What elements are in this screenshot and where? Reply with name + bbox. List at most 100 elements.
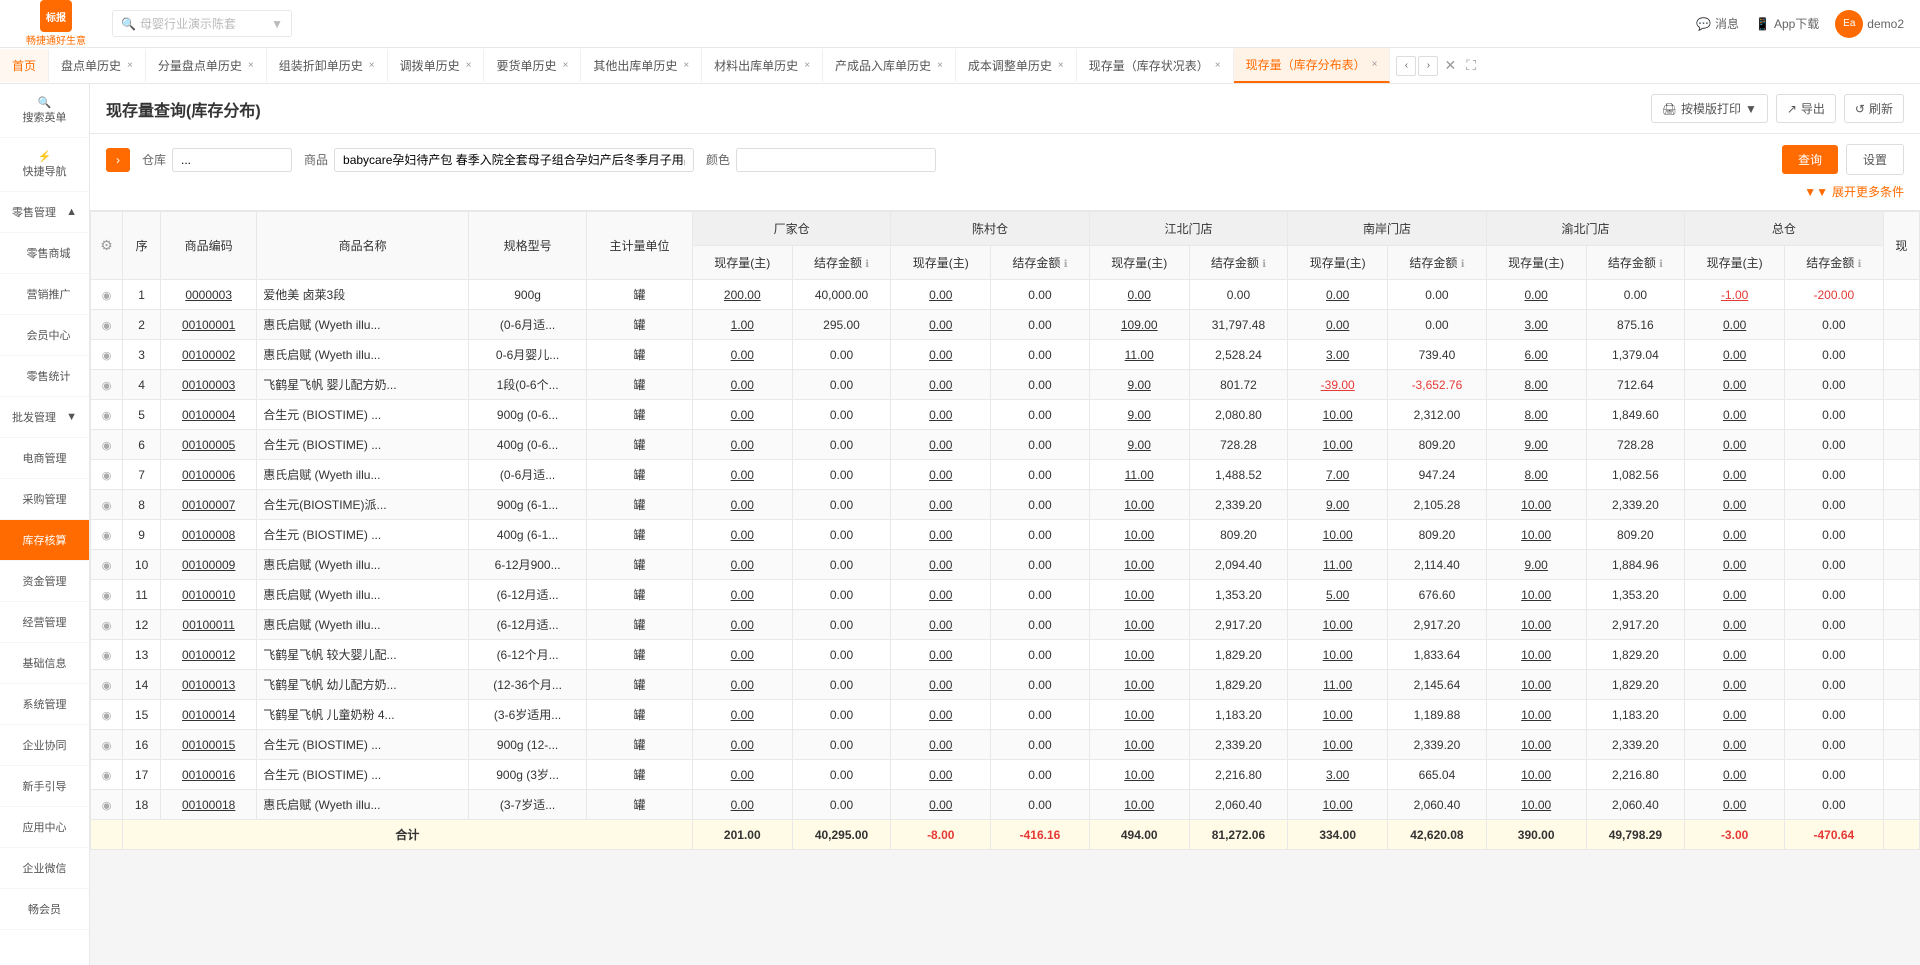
close-icon[interactable]: × (1215, 60, 1221, 71)
table-cell[interactable]: 0.00 (1685, 730, 1785, 760)
table-cell[interactable]: 10.00 (1486, 520, 1586, 550)
table-cell[interactable]: 0.00 (692, 730, 792, 760)
table-cell[interactable]: 3.00 (1288, 760, 1388, 790)
table-cell[interactable]: 0.00 (692, 550, 792, 580)
table-cell[interactable]: 10.00 (1089, 670, 1189, 700)
table-cell[interactable]: 0.00 (692, 640, 792, 670)
table-cell[interactable]: 10.00 (1288, 400, 1388, 430)
table-cell[interactable]: -39.00 (1288, 370, 1388, 400)
table-cell[interactable]: 10.00 (1089, 730, 1189, 760)
table-cell[interactable]: 10.00 (1089, 700, 1189, 730)
close-icon[interactable]: × (683, 60, 689, 71)
tab-cailiao[interactable]: 材料出库单历史 × (702, 49, 823, 82)
table-cell[interactable]: 10.00 (1089, 610, 1189, 640)
close-icon[interactable]: × (248, 60, 254, 71)
table-cell[interactable]: 10.00 (1486, 610, 1586, 640)
query-button[interactable]: 查询 (1782, 145, 1838, 174)
table-cell[interactable]: 00100005 (161, 430, 257, 460)
table-cell[interactable]: 10.00 (1288, 520, 1388, 550)
table-cell[interactable]: 0.00 (891, 730, 991, 760)
tab-fenpandian[interactable]: 分量盘点单历史 × (146, 49, 267, 82)
table-cell[interactable]: 0.00 (891, 520, 991, 550)
table-cell[interactable]: 0.00 (1685, 760, 1785, 790)
table-cell[interactable]: 00100016 (161, 760, 257, 790)
table-cell[interactable]: 0.00 (891, 400, 991, 430)
sidebar-item-member[interactable]: 会员中心 (0, 315, 89, 356)
table-cell[interactable]: 0.00 (692, 520, 792, 550)
table-cell[interactable]: 0.00 (692, 790, 792, 820)
table-cell[interactable]: 0.00 (1089, 280, 1189, 310)
table-cell[interactable]: 10.00 (1288, 610, 1388, 640)
table-cell[interactable]: 8.00 (1486, 370, 1586, 400)
table-cell[interactable]: 0.00 (891, 640, 991, 670)
warehouse-input[interactable] (172, 148, 292, 172)
tab-qitachu[interactable]: 其他出库单历史 × (581, 49, 702, 82)
table-cell[interactable]: 00100006 (161, 460, 257, 490)
table-cell[interactable]: -1.00 (1685, 280, 1785, 310)
filter-toggle-btn[interactable]: › (106, 148, 130, 172)
table-cell[interactable]: 00100007 (161, 490, 257, 520)
app-download-item[interactable]: 📱 App下载 (1755, 15, 1819, 32)
product-input[interactable] (334, 148, 694, 172)
table-cell[interactable]: 0.00 (692, 430, 792, 460)
sidebar-item-retail-stats[interactable]: 零售统计 (0, 356, 89, 397)
table-cell[interactable]: 0.00 (891, 670, 991, 700)
table-cell[interactable]: 0.00 (891, 430, 991, 460)
table-cell[interactable]: 11.00 (1288, 550, 1388, 580)
close-icon[interactable]: × (1058, 60, 1064, 71)
table-cell[interactable]: 0.00 (692, 400, 792, 430)
tab-yaohuo[interactable]: 要货单历史 × (484, 49, 581, 82)
table-cell[interactable]: 10.00 (1089, 550, 1189, 580)
sidebar-item-collab[interactable]: 企业协同 (0, 725, 89, 766)
table-cell[interactable]: 11.00 (1089, 340, 1189, 370)
sidebar-item-basic[interactable]: 基础信息 (0, 643, 89, 684)
table-cell[interactable]: 0.00 (891, 460, 991, 490)
export-button[interactable]: ↗ 导出 (1776, 94, 1836, 123)
sidebar-item-system[interactable]: 系统管理 (0, 684, 89, 725)
table-cell[interactable]: 10.00 (1486, 580, 1586, 610)
table-cell[interactable]: 0.00 (1685, 340, 1785, 370)
table-cell[interactable]: 0.00 (692, 700, 792, 730)
table-cell[interactable]: 10.00 (1486, 490, 1586, 520)
table-cell[interactable]: 6.00 (1486, 340, 1586, 370)
expand-filter[interactable]: ▼▼ 展开更多条件 (1804, 183, 1904, 200)
table-cell[interactable]: 0.00 (692, 370, 792, 400)
table-cell[interactable]: 10.00 (1089, 760, 1189, 790)
table-cell[interactable]: 00100013 (161, 670, 257, 700)
table-cell[interactable]: 7.00 (1288, 460, 1388, 490)
table-cell[interactable]: 0.00 (692, 670, 792, 700)
table-cell[interactable]: 00100001 (161, 310, 257, 340)
sidebar-item-retail[interactable]: 零售管理 ▲ (0, 192, 89, 233)
table-cell[interactable]: 0.00 (1685, 580, 1785, 610)
table-cell[interactable]: 1.00 (692, 310, 792, 340)
tab-pandian[interactable]: 盘点单历史 × (49, 49, 146, 82)
table-cell[interactable]: 3.00 (1288, 340, 1388, 370)
table-cell[interactable]: 0.00 (1685, 310, 1785, 340)
table-cell[interactable]: 200.00 (692, 280, 792, 310)
tab-kucun-state[interactable]: 现存量（库存状况表） × (1077, 49, 1234, 82)
table-cell[interactable]: 00100018 (161, 790, 257, 820)
table-cell[interactable]: 9.00 (1089, 430, 1189, 460)
table-cell[interactable]: 0.00 (1685, 520, 1785, 550)
table-cell[interactable]: 0.00 (1685, 670, 1785, 700)
table-cell[interactable]: 10.00 (1288, 790, 1388, 820)
sidebar-item-quicknav[interactable]: ⚡ 快捷导航 (0, 138, 89, 192)
table-cell[interactable]: 00100015 (161, 730, 257, 760)
close-all-tabs[interactable]: ✕ (1440, 57, 1460, 74)
table-cell[interactable]: 10.00 (1486, 730, 1586, 760)
table-cell[interactable]: 0.00 (1486, 280, 1586, 310)
sidebar-item-inventory[interactable]: 库存核算 (0, 520, 89, 561)
table-cell[interactable]: 0.00 (1288, 280, 1388, 310)
table-cell[interactable]: 9.00 (1486, 430, 1586, 460)
sidebar-item-marketing[interactable]: 营销推广 (0, 274, 89, 315)
close-icon[interactable]: × (127, 60, 133, 71)
table-cell[interactable]: 00100003 (161, 370, 257, 400)
table-cell[interactable]: 0.00 (891, 490, 991, 520)
close-icon[interactable]: × (562, 60, 568, 71)
tab-chancheng[interactable]: 产成品入库单历史 × (823, 49, 956, 82)
sidebar-item-mall[interactable]: 零售商城 (0, 233, 89, 274)
table-cell[interactable]: 8.00 (1486, 460, 1586, 490)
table-cell[interactable]: 0.00 (891, 790, 991, 820)
tab-kucun-dist[interactable]: 现存量（库存分布表） × (1234, 48, 1391, 83)
table-cell[interactable]: 10.00 (1089, 640, 1189, 670)
